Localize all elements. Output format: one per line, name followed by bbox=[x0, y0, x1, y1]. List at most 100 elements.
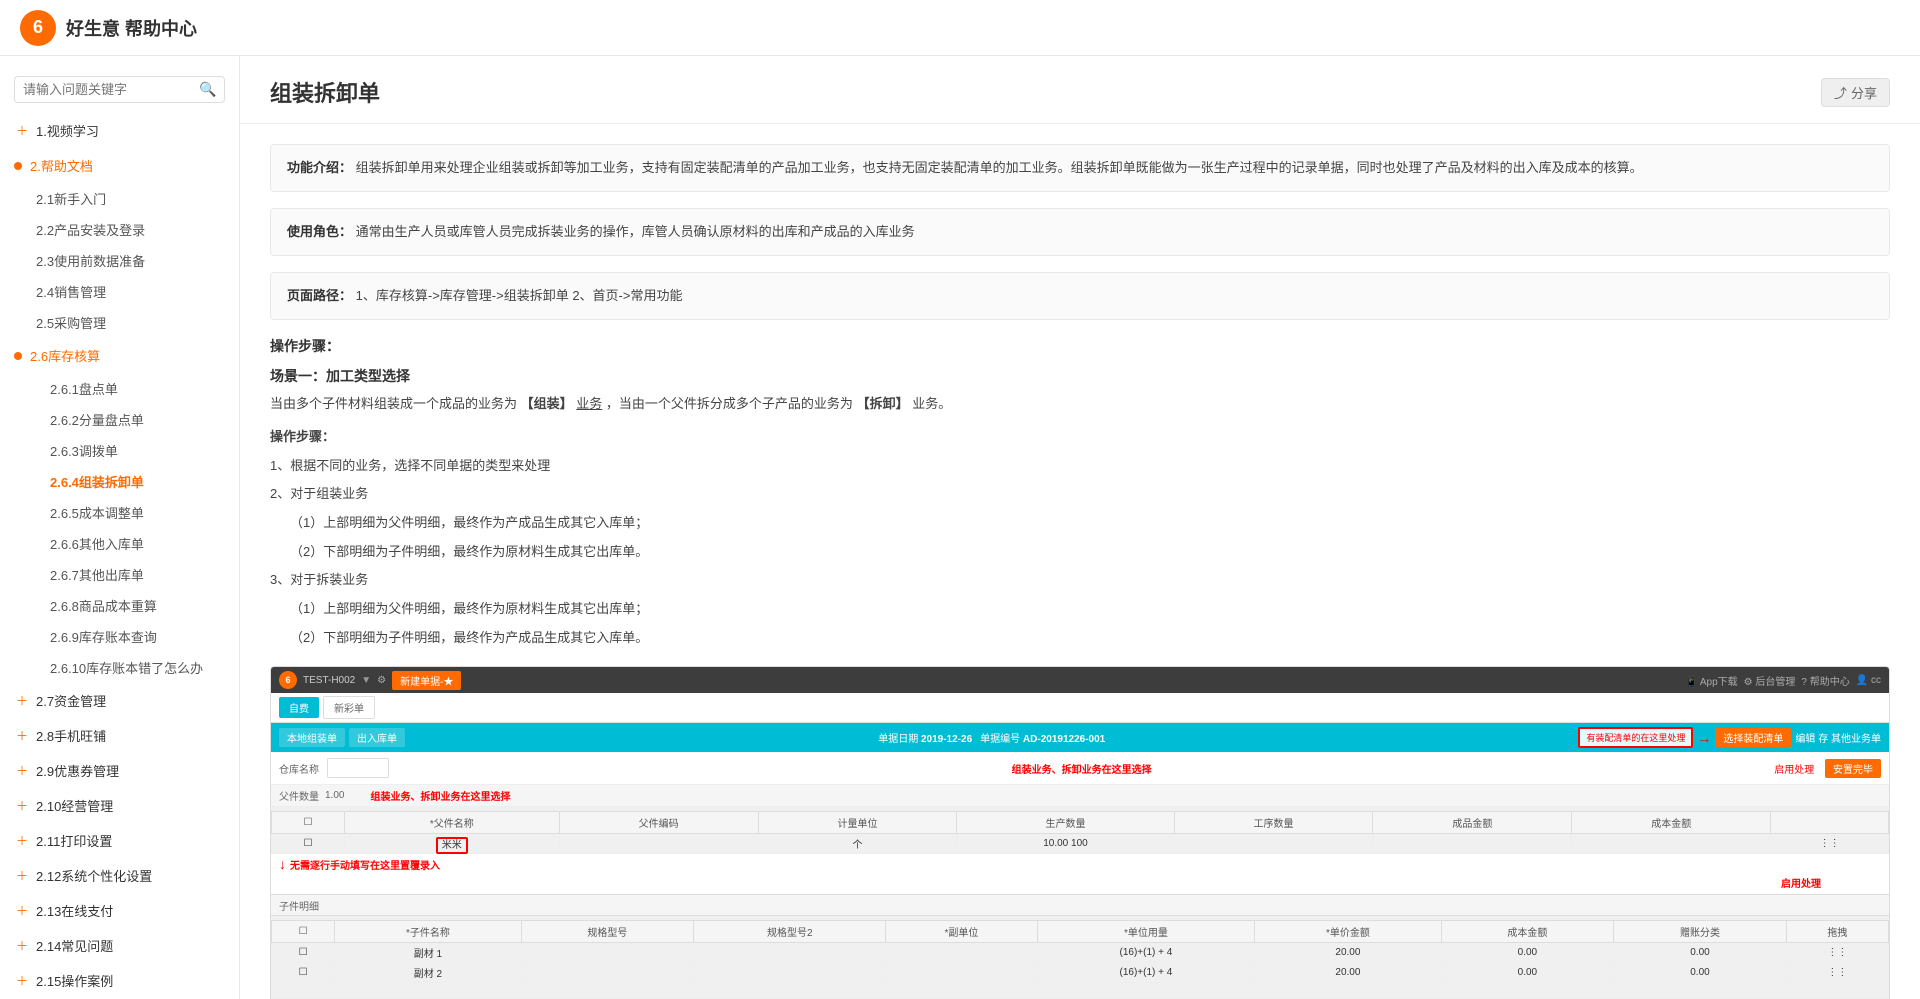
logo-icon: 6 bbox=[20, 10, 56, 46]
sidebar-item-data-prep[interactable]: 2.3使用前数据准备 bbox=[0, 245, 239, 276]
sidebar-item-other-out[interactable]: 2.6.7其他出库单 bbox=[0, 559, 239, 590]
sidebar-item-system[interactable]: ＋ 2.12系统个性化设置 bbox=[0, 858, 239, 893]
mock-type-inout[interactable]: 出入库单 bbox=[349, 728, 405, 747]
table-row: ☐ 副材 1 (16)+(1) + 4 20.00 0.00 0.00 ⋮⋮ bbox=[272, 943, 1889, 963]
mock-form-actions: 有装配清单的在这里处理 → 选择装配清单 编辑 存 其他业务单 bbox=[1578, 727, 1881, 748]
mock-add-btn[interactable]: 新建单据-★ bbox=[392, 671, 461, 690]
mock-ctd-price1: 20.00 bbox=[1255, 943, 1441, 963]
mock-child-header-bar: 子件明细 bbox=[271, 894, 1889, 916]
mock-cth-spec1: 规格型号 bbox=[521, 921, 694, 943]
mock-ctd-price2: 20.00 bbox=[1255, 963, 1441, 983]
mock-top-system-bar: 6 TEST-H002 ▼ ⚙ 新建单据-★ 📱 App下载 ⚙ 后台管理 ? … bbox=[271, 667, 1889, 693]
mock-td-prod-amt bbox=[1373, 834, 1572, 854]
mock-ctd-spec1a bbox=[521, 943, 694, 963]
mock-tab-active[interactable]: 自费 bbox=[279, 697, 319, 718]
mock-th-proc-qty: 工序数量 bbox=[1174, 812, 1373, 834]
main-content: 组装拆卸单 ⤴ 分享 功能介绍： 组装拆卸单用来处理企业组装或拆卸等加工业务，支… bbox=[240, 56, 1920, 999]
sidebar-item-count2[interactable]: 2.6.2分量盘点单 bbox=[0, 404, 239, 435]
mock-th-check: ☐ bbox=[272, 812, 345, 834]
mock-type-local[interactable]: 本地组装单 bbox=[279, 728, 345, 747]
mock-child-tbody: ☐ 副材 1 (16)+(1) + 4 20.00 0.00 0.00 ⋮⋮ bbox=[272, 943, 1889, 999]
sidebar-item-ops[interactable]: ＋ 2.10经营管理 bbox=[0, 788, 239, 823]
mock-warehouse-label: 仓库名称 bbox=[279, 761, 319, 776]
sidebar-item-stock-query[interactable]: 2.6.9库存账本查询 bbox=[0, 621, 239, 652]
mock-cth-check: ☐ bbox=[272, 921, 335, 943]
mock-cth-price: *单价金额 bbox=[1255, 921, 1441, 943]
mock-ctd-spec2b bbox=[694, 963, 886, 983]
sidebar-item-cases[interactable]: ＋ 2.15操作案例 bbox=[0, 963, 239, 998]
share-button[interactable]: ⤴ 分享 bbox=[1821, 78, 1890, 107]
mock-confirm-btn[interactable]: 安置完毕 bbox=[1825, 759, 1881, 778]
plus-icon-cases: ＋ bbox=[14, 973, 30, 989]
mock-app-nav: 自费 新彩单 bbox=[271, 693, 1889, 723]
sidebar-item-faq[interactable]: ＋ 2.14常见问题 bbox=[0, 928, 239, 963]
sidebar-item-coupon[interactable]: ＋ 2.9优惠券管理 bbox=[0, 753, 239, 788]
path-intro-block: 页面路径： 1、库存核算->库存管理->组装拆卸单 2、首页->常用功能 bbox=[270, 272, 1890, 320]
role-intro-block: 使用角色： 通常由生产人员或库管人员完成拆装业务的操作，库管人员确认原材料的出库… bbox=[270, 208, 1890, 256]
mock-ctd-drag1: ⋮⋮ bbox=[1786, 943, 1888, 963]
main-layout: 🔍 ＋ 1.视频学习 2.帮助文档 2.1新手入门 2.2产品安装及登录 2.3… bbox=[0, 56, 1920, 999]
mock-annotation-green: 组装业务、拆卸业务在这里选择 bbox=[1012, 761, 1152, 776]
search-input[interactable] bbox=[23, 82, 199, 97]
ops-label: 操作步骤： bbox=[270, 336, 1890, 356]
mock-arrow-section: ↓ 无需逐行手动填写在这里置覆录入 bbox=[271, 854, 1889, 874]
mock-cth-cost: 成本金额 bbox=[1441, 921, 1614, 943]
mock-ctd-spec2a bbox=[521, 963, 694, 983]
sidebar-item-pay[interactable]: ＋ 2.13在线支付 bbox=[0, 893, 239, 928]
mock-cth-name: *子件名称 bbox=[335, 921, 521, 943]
mock-child-header-row: ☐ *子件名称 规格型号 规格型号2 *副单位 *单位用量 *单价金额 成本金额… bbox=[272, 921, 1889, 943]
mock-domain: TEST-H002 bbox=[303, 675, 355, 686]
sidebar-item-docs[interactable]: 2.帮助文档 bbox=[0, 148, 239, 183]
plus-icon-coupon: ＋ bbox=[14, 763, 30, 779]
mock-annotation-assemble: 组装业务、拆卸业务在这里选择 bbox=[370, 788, 510, 803]
mock-action-more: 编辑 存 其他业务单 bbox=[1795, 730, 1881, 745]
sidebar-item-video[interactable]: ＋ 1.视频学习 bbox=[0, 113, 239, 148]
sidebar-item-assemble[interactable]: 2.6.4组装拆卸单 bbox=[0, 466, 239, 497]
sidebar: 🔍 ＋ 1.视频学习 2.帮助文档 2.1新手入门 2.2产品安装及登录 2.3… bbox=[0, 56, 240, 999]
table-row: ☐ 米米 个 10.00 100 ⋮⋮ bbox=[272, 834, 1889, 854]
sidebar-item-mobile[interactable]: ＋ 2.8手机旺铺 bbox=[0, 718, 239, 753]
search-box[interactable]: 🔍 bbox=[14, 76, 225, 103]
sidebar-item-print[interactable]: ＋ 2.11打印设置 bbox=[0, 823, 239, 858]
mock-td-cost-amt bbox=[1572, 834, 1771, 854]
sidebar-item-other-in[interactable]: 2.6.6其他入库单 bbox=[0, 528, 239, 559]
sidebar-item-stock-err[interactable]: 2.6.10库存账本错了怎么办 bbox=[0, 652, 239, 683]
sidebar-item-new-user[interactable]: 2.1新手入门 bbox=[0, 183, 239, 214]
mock-ctd-name2: 副材 2 bbox=[335, 963, 521, 983]
sidebar-item-inventory[interactable]: 2.6库存核算 bbox=[0, 338, 239, 373]
sidebar-item-count[interactable]: 2.6.1盘点单 bbox=[0, 373, 239, 404]
mock-ctd-empty3 bbox=[272, 983, 1889, 999]
sidebar-item-install[interactable]: 2.2产品安装及登录 bbox=[0, 214, 239, 245]
mock-parent-tbody: ☐ 米米 个 10.00 100 ⋮⋮ bbox=[272, 834, 1889, 854]
scene1-content: 当由多个子件材料组装成一个成品的业务为 【组装】 业务 ，当由一个父件拆分成多个… bbox=[270, 392, 1890, 650]
mock-logo: 6 bbox=[279, 671, 297, 689]
mock-date-label: 单据日期 2019-12-26 bbox=[878, 730, 972, 745]
mock-ctd-check2: ☐ bbox=[272, 963, 335, 983]
mock-td-check: ☐ bbox=[272, 834, 345, 854]
mock-th-unit: 计量单位 bbox=[758, 812, 957, 834]
mock-ctd-class2: 0.00 bbox=[1614, 963, 1787, 983]
mock-choose-btn[interactable]: 选择装配清单 bbox=[1715, 728, 1791, 747]
sidebar-item-adjust[interactable]: 2.6.3调拨单 bbox=[0, 435, 239, 466]
mock-warehouse-input[interactable] bbox=[327, 758, 389, 778]
sidebar-item-sales[interactable]: 2.4销售管理 bbox=[0, 276, 239, 307]
mock-form-left: 仓库名称 bbox=[279, 758, 389, 778]
mock-down-arrow: ↓ bbox=[279, 856, 286, 872]
mock-child-label: 子件明细 bbox=[279, 902, 319, 913]
plus-icon-print: ＋ bbox=[14, 833, 30, 849]
mock-td-name: 米米 bbox=[344, 834, 559, 854]
sidebar-item-cost-calc[interactable]: 2.6.8商品成本重算 bbox=[0, 590, 239, 621]
mock-arrow-right: → bbox=[1697, 730, 1711, 746]
sidebar-item-purchase[interactable]: 2.5采购管理 bbox=[0, 307, 239, 338]
mock-ctd-class1: 0.00 bbox=[1614, 943, 1787, 963]
sidebar-item-cash[interactable]: ＋ 2.7资金管理 bbox=[0, 683, 239, 718]
mock-ctd-cost2: 0.00 bbox=[1441, 963, 1614, 983]
mock-dropdown-icon: ▼ bbox=[361, 675, 371, 686]
mock-user: 👤 cc bbox=[1856, 675, 1881, 686]
page-header: 组装拆卸单 ⤴ 分享 bbox=[240, 56, 1920, 124]
mock-child-thead: ☐ *子件名称 规格型号 规格型号2 *副单位 *单位用量 *单价金额 成本金额… bbox=[272, 921, 1889, 943]
mock-th-prod-qty: 生产数量 bbox=[957, 812, 1174, 834]
sidebar-item-cost-adjust[interactable]: 2.6.5成本调整单 bbox=[0, 497, 239, 528]
mock-cth-drag: 拖拽 bbox=[1786, 921, 1888, 943]
mock-tab-new[interactable]: 新彩单 bbox=[323, 696, 375, 719]
